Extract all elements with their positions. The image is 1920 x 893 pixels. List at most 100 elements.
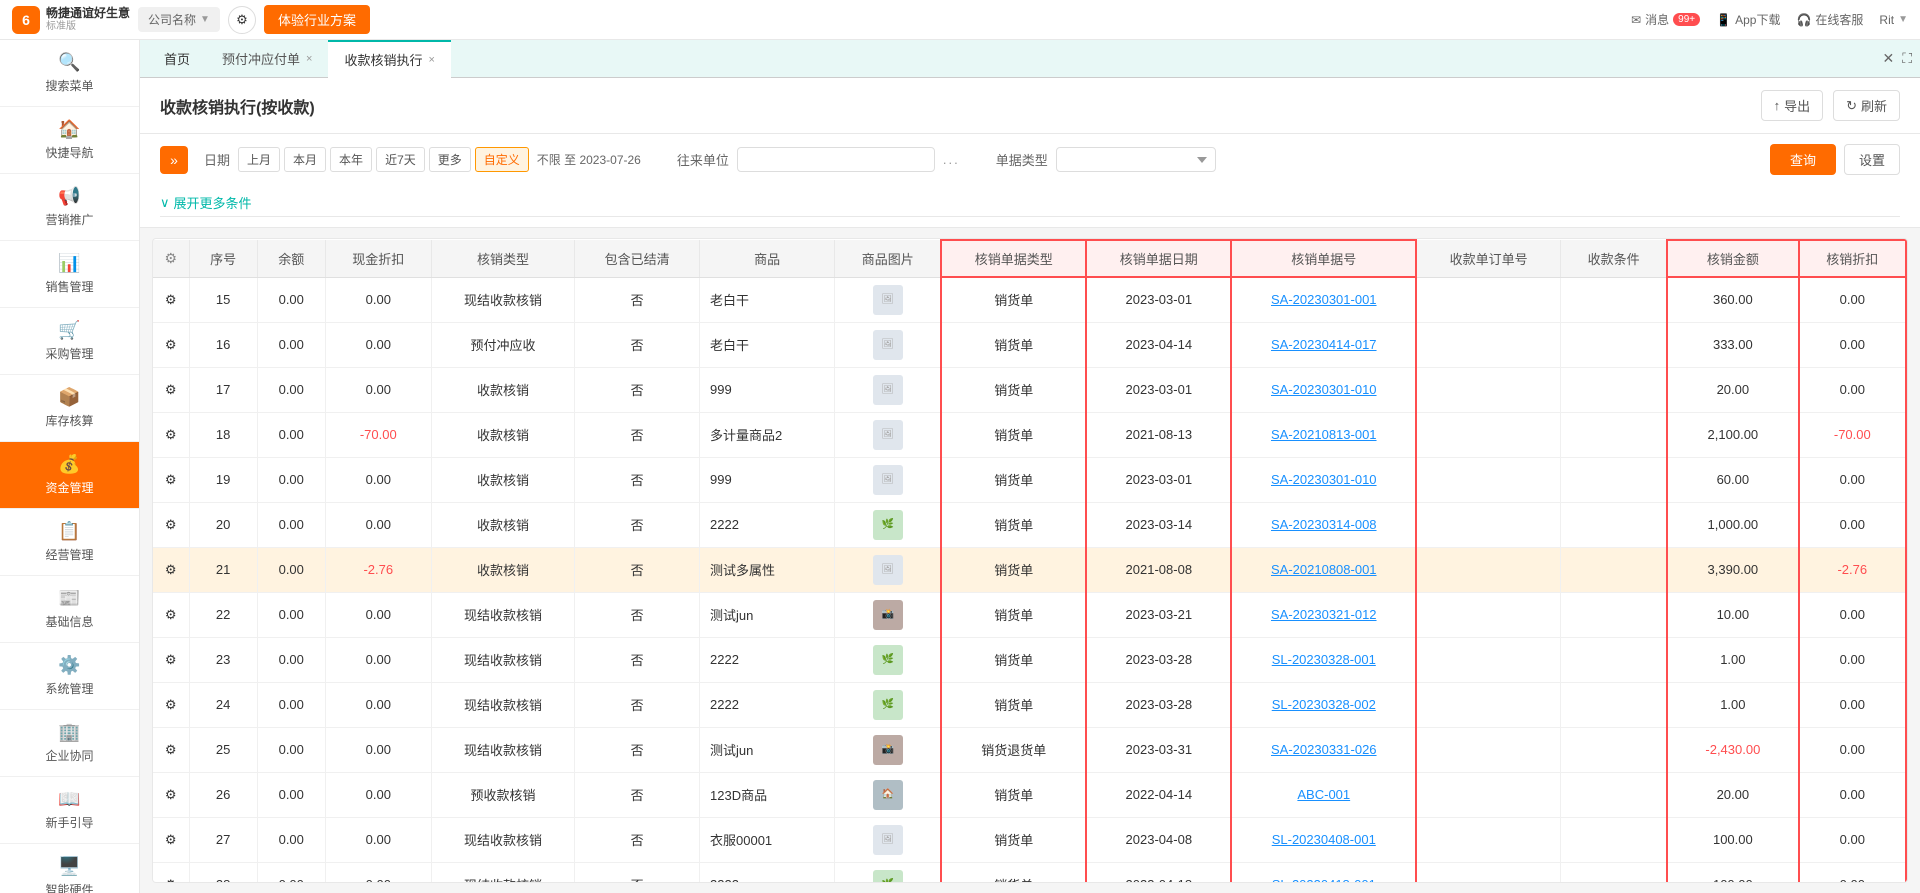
finance-icon: 💰	[58, 454, 80, 475]
maximize-button[interactable]: ⛶	[1902, 50, 1912, 67]
cell-include-cleared: 否	[575, 547, 700, 592]
cell-cancel-voucher-type: 销货单	[941, 322, 1086, 367]
sidebar-item-inventory[interactable]: 📦 库存核算	[0, 375, 139, 442]
col-seq-header: 序号	[189, 240, 257, 277]
tab-receipts[interactable]: 收款核销执行 ×	[328, 40, 450, 78]
counterparty-lookup-icon[interactable]: ...	[943, 152, 960, 167]
company-selector[interactable]: 公司名称 ▼	[138, 7, 220, 32]
cell-settings[interactable]: ⚙	[153, 502, 189, 547]
sidebar-item-quick-nav[interactable]: 🏠 快捷导航	[0, 107, 139, 174]
app-download-button[interactable]: 📱 App下载	[1716, 11, 1780, 28]
sidebar-item-operations[interactable]: 📋 经营管理	[0, 509, 139, 576]
expand-conditions-section: ∨ 展开更多条件	[160, 181, 1900, 217]
col-settings-header: ⚙	[153, 240, 189, 277]
cell-include-cleared: 否	[575, 637, 700, 682]
cell-balance: 0.00	[257, 502, 325, 547]
cell-cancel-voucher-date: 2023-03-28	[1086, 637, 1231, 682]
this-month-btn[interactable]: 本月	[284, 147, 326, 172]
voucher-type-select[interactable]	[1056, 147, 1216, 172]
sidebar-item-basic[interactable]: 📰 基础信息	[0, 576, 139, 643]
sidebar-item-marketing[interactable]: 📢 营销推广	[0, 174, 139, 241]
filter-expand-arrow[interactable]: »	[160, 146, 188, 174]
tab-prepay[interactable]: 预付冲应付单 ×	[206, 40, 328, 78]
cell-cancel-voucher-date: 2021-08-13	[1086, 412, 1231, 457]
cell-settings[interactable]: ⚙	[153, 367, 189, 412]
cell-settings[interactable]: ⚙	[153, 547, 189, 592]
last-7days-btn[interactable]: 近7天	[376, 147, 425, 172]
cell-settings[interactable]: ⚙	[153, 772, 189, 817]
cell-settings[interactable]: ⚙	[153, 322, 189, 367]
trial-button[interactable]: 体验行业方案	[264, 5, 370, 34]
search-button[interactable]: 查询	[1770, 144, 1836, 175]
cell-cancel-voucher-no[interactable]: SL-20230418-001	[1231, 862, 1416, 883]
cell-cancel-voucher-no[interactable]: SL-20230328-001	[1231, 637, 1416, 682]
custom-date-btn[interactable]: 自定义	[475, 147, 529, 172]
last-month-btn[interactable]: 上月	[238, 147, 280, 172]
cell-receipt-order-no	[1416, 772, 1560, 817]
cell-settings[interactable]: ⚙	[153, 862, 189, 883]
settings-button[interactable]: ⚙	[228, 6, 256, 34]
cell-cancel-voucher-no[interactable]: SA-20230301-010	[1231, 367, 1416, 412]
col-include-cleared-header: 包含已结清	[575, 240, 700, 277]
cell-cancel-voucher-no[interactable]: SA-20230301-001	[1231, 277, 1416, 322]
cell-seq: 15	[189, 277, 257, 322]
cell-cash-discount: 0.00	[325, 772, 431, 817]
sidebar-item-hardware[interactable]: 🖥️ 智能硬件	[0, 844, 139, 893]
counterparty-input[interactable]	[737, 147, 935, 172]
cell-seq: 23	[189, 637, 257, 682]
sidebar-item-purchase[interactable]: 🛒 采购管理	[0, 308, 139, 375]
filter-row: » 日期 上月 本月 本年 近7天 更多 自定义	[160, 144, 1900, 175]
sidebar-item-label: 企业协同	[45, 747, 93, 764]
megaphone-icon: 📢	[58, 186, 80, 207]
cell-cancel-voucher-no[interactable]: SA-20230314-008	[1231, 502, 1416, 547]
cell-cancel-voucher-no[interactable]: SL-20230408-001	[1231, 817, 1416, 862]
more-date-btn[interactable]: 更多	[429, 147, 471, 172]
date-filter-label: 日期	[204, 150, 230, 169]
export-button[interactable]: ↑ 导出	[1761, 90, 1824, 121]
cell-cancel-voucher-no[interactable]: SA-20210813-001	[1231, 412, 1416, 457]
cell-cancel-voucher-no[interactable]: SA-20230301-010	[1231, 457, 1416, 502]
expand-conditions-button[interactable]: ∨ 展开更多条件	[160, 193, 1900, 212]
sidebar-item-sales[interactable]: 📊 销售管理	[0, 241, 139, 308]
user-menu[interactable]: Rit ▼	[1879, 13, 1908, 27]
cell-settings[interactable]: ⚙	[153, 592, 189, 637]
tab-prepay-close[interactable]: ×	[306, 53, 312, 65]
cell-settings[interactable]: ⚙	[153, 727, 189, 772]
sidebar-item-guide[interactable]: 📖 新手引导	[0, 777, 139, 844]
cell-settings[interactable]: ⚙	[153, 412, 189, 457]
cell-settings[interactable]: ⚙	[153, 457, 189, 502]
gear-icon[interactable]: ⚙	[164, 250, 177, 266]
sidebar-item-search[interactable]: 🔍 搜索菜单	[0, 40, 139, 107]
cell-settings[interactable]: ⚙	[153, 637, 189, 682]
cell-receipt-condition	[1561, 637, 1668, 682]
tab-home[interactable]: 首页	[148, 40, 206, 78]
close-all-tabs-button[interactable]: ✕	[1882, 50, 1894, 67]
messages-button[interactable]: ✉ 消息 99+	[1631, 11, 1700, 28]
settings-button-filter[interactable]: 设置	[1844, 144, 1900, 175]
tab-receipts-close[interactable]: ×	[428, 54, 434, 66]
cell-cancel-voucher-no[interactable]: SA-20230321-012	[1231, 592, 1416, 637]
this-year-btn[interactable]: 本年	[330, 147, 372, 172]
cell-settings[interactable]: ⚙	[153, 277, 189, 322]
cell-include-cleared: 否	[575, 277, 700, 322]
cell-settings[interactable]: ⚙	[153, 817, 189, 862]
cell-cancel-voucher-no[interactable]: SA-20210808-001	[1231, 547, 1416, 592]
message-badge: 99+	[1673, 13, 1700, 26]
refresh-icon: ↻	[1846, 98, 1857, 114]
sidebar-item-enterprise[interactable]: 🏢 企业协同	[0, 710, 139, 777]
export-label: 导出	[1784, 96, 1810, 115]
table-row: ⚙ 20 0.00 0.00 收款核销 否 2222 🌿 销货单 2023-03…	[153, 502, 1906, 547]
sidebar-item-finance[interactable]: 💰 资金管理	[0, 442, 139, 509]
refresh-button[interactable]: ↻ 刷新	[1833, 90, 1900, 121]
cell-cancel-voucher-no[interactable]: SA-20230331-026	[1231, 727, 1416, 772]
sidebar-item-system[interactable]: ⚙️ 系统管理	[0, 643, 139, 710]
cell-balance: 0.00	[257, 457, 325, 502]
cell-cancel-voucher-no[interactable]: SA-20230414-017	[1231, 322, 1416, 367]
cell-cancel-voucher-no[interactable]: ABC-001	[1231, 772, 1416, 817]
data-table: ⚙ 序号 余额 现金折扣 核销类型 包含已结清 商品 商品图片 核销单据类型 核…	[153, 239, 1907, 883]
cell-goods-img: 🖼	[835, 412, 942, 457]
online-service-button[interactable]: 🎧 在线客服	[1796, 11, 1863, 28]
cell-settings[interactable]: ⚙	[153, 682, 189, 727]
cell-receipt-condition	[1561, 547, 1668, 592]
cell-cancel-voucher-no[interactable]: SL-20230328-002	[1231, 682, 1416, 727]
